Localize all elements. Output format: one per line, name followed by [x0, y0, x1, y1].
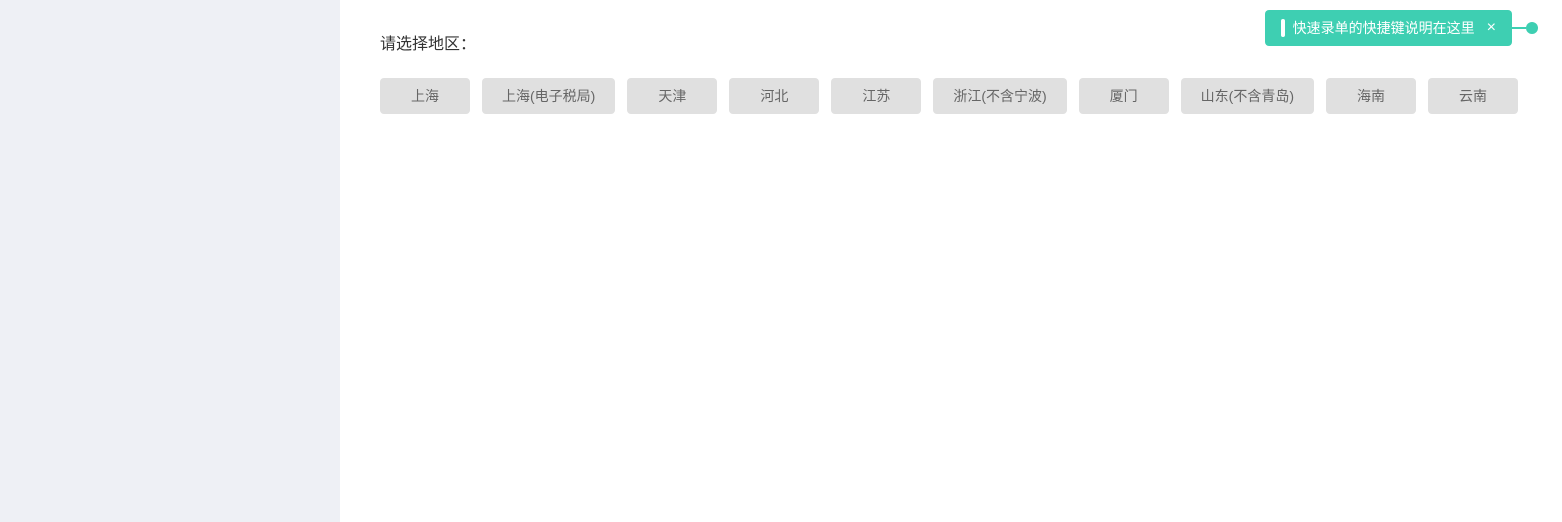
tooltip-banner: 快速录单的快捷键说明在这里 ×: [1265, 10, 1512, 46]
region-button-jiangsu[interactable]: 江苏: [831, 78, 921, 114]
region-button-tianjin[interactable]: 天津: [627, 78, 717, 114]
left-sidebar: [0, 0, 340, 522]
tooltip-line: [1508, 27, 1526, 29]
region-button-shandong[interactable]: 山东(不含青岛): [1181, 78, 1314, 114]
region-button-hainan[interactable]: 海南: [1326, 78, 1416, 114]
main-content: 请选择地区： 上海上海(电子税局)天津河北江苏浙江(不含宁波)厦门山东(不含青岛…: [340, 0, 1562, 522]
tooltip-bar: [1281, 19, 1285, 37]
tooltip-dot: [1526, 22, 1538, 34]
tooltip-close-button[interactable]: ×: [1487, 20, 1496, 36]
tooltip-text: 快速录单的快捷键说明在这里: [1293, 18, 1475, 38]
region-buttons: 上海上海(电子税局) 天津河北江苏浙江(不含宁波) 厦门山东(不含青岛) 海南云南: [380, 78, 1522, 114]
region-button-hebei[interactable]: 河北: [729, 78, 819, 114]
region-button-xiamen[interactable]: 厦门: [1079, 78, 1169, 114]
region-button-yunnan[interactable]: 云南: [1428, 78, 1518, 114]
region-button-shanghai-etax[interactable]: 上海(电子税局): [482, 78, 615, 114]
region-button-zhejiang[interactable]: 浙江(不含宁波): [933, 78, 1066, 114]
region-button-shanghai[interactable]: 上海: [380, 78, 470, 114]
